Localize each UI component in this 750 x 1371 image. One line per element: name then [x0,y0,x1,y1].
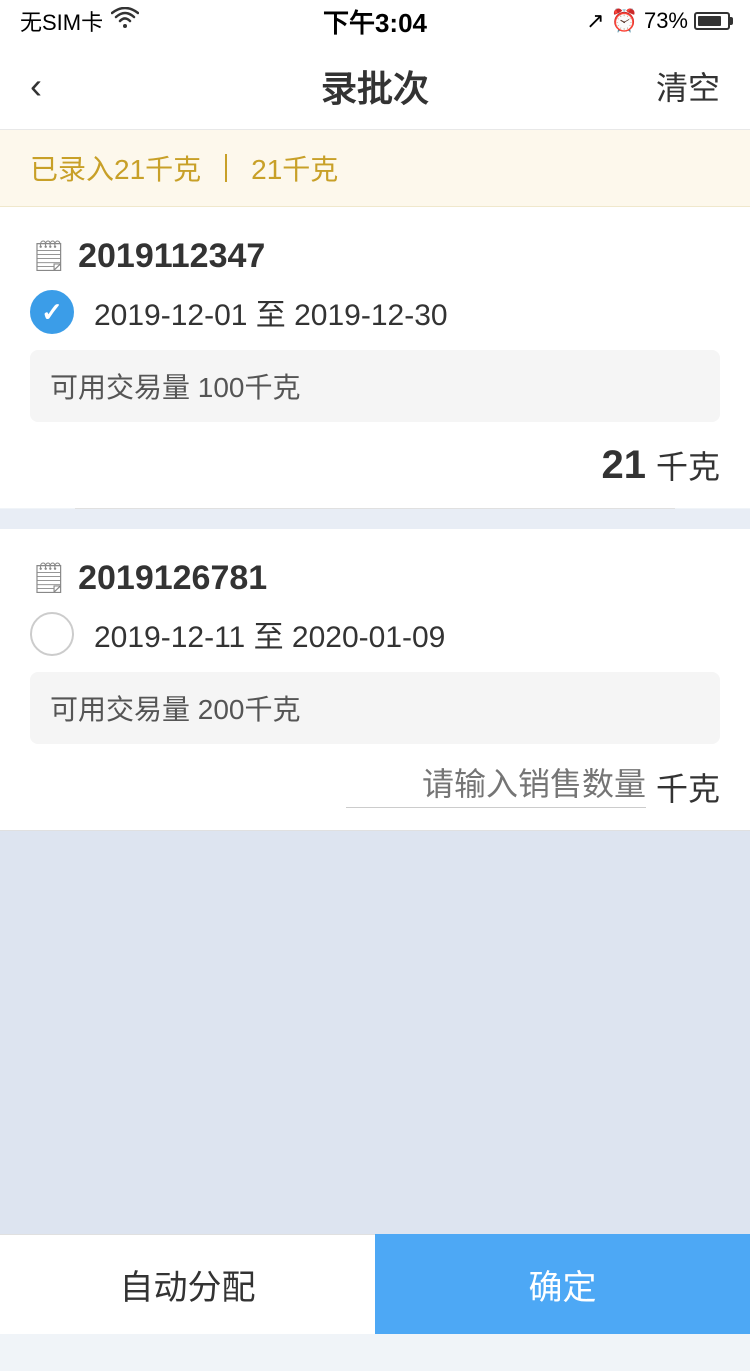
batch-2-date: 2019-12-11 至 2020-01-09 [94,612,445,656]
batch-2-card: 🗒 2019126781 2019-12-11 至 2020-01-09 可用交… [0,529,750,744]
batch-1-id: 2019112347 [78,237,265,276]
confirm-button[interactable]: 确定 [375,1234,750,1334]
alarm-icon: ⏰ [611,8,638,34]
bottom-bar: 自动分配 确定 [0,1234,750,1334]
batch-2-avail: 可用交易量 200千克 [30,672,720,744]
page-title: 录批次 [321,60,429,112]
wifi-icon [111,7,139,35]
batch-1-header: 🗒 2019112347 [30,237,720,276]
info-bar: 已录入21千克 21千克 [0,130,750,207]
status-bar-left: 无SIM卡 [20,5,139,37]
status-bar: 无SIM卡 下午3:04 ↗ ⏰ 73% [0,0,750,42]
batch-1-qty-row: 21 千克 [0,422,750,508]
batch-1-qty-value: 21 [601,443,646,488]
batch-1-card: 🗒 2019112347 2019-12-01 至 2019-12-30 可用交… [0,207,750,422]
batch-2-icon: 🗒 [30,561,68,596]
status-bar-right: ↗ ⏰ 73% [586,8,730,34]
clear-button[interactable]: 清空 [656,63,720,109]
batch-1-date: 2019-12-01 至 2019-12-30 [94,290,448,334]
batch-2-id: 2019126781 [78,559,267,598]
batch-2-unit: 千克 [656,764,720,810]
battery-percent: 73% [644,8,688,34]
batch-2-date-row: 2019-12-11 至 2020-01-09 [30,612,720,656]
location-icon: ↗ [586,8,604,34]
batch-2-input-row: 千克 [0,744,750,831]
carrier-label: 无SIM卡 [20,5,103,37]
batch-1-avail: 可用交易量 100千克 [30,350,720,422]
recorded-label: 已录入21千克 [30,148,201,188]
batch-1-radio[interactable] [30,290,74,334]
batch-2-radio[interactable] [30,612,74,656]
nav-bar: ‹ 录批次 清空 [0,42,750,130]
back-button[interactable]: ‹ [30,65,42,107]
auto-distribute-button[interactable]: 自动分配 [0,1234,375,1334]
batch-1-icon: 🗒 [30,239,68,274]
batch-1-qty-unit: 千克 [656,442,720,488]
batch-2-header: 🗒 2019126781 [30,559,720,598]
batch-1-date-row: 2019-12-01 至 2019-12-30 [30,290,720,334]
status-bar-time: 下午3:04 [323,3,427,40]
battery-icon [694,12,730,30]
gray-area [0,831,750,1271]
total-label: 21千克 [251,148,338,188]
info-divider [225,154,227,182]
batch-2-qty-input[interactable] [346,766,646,808]
section-separator [0,509,750,529]
